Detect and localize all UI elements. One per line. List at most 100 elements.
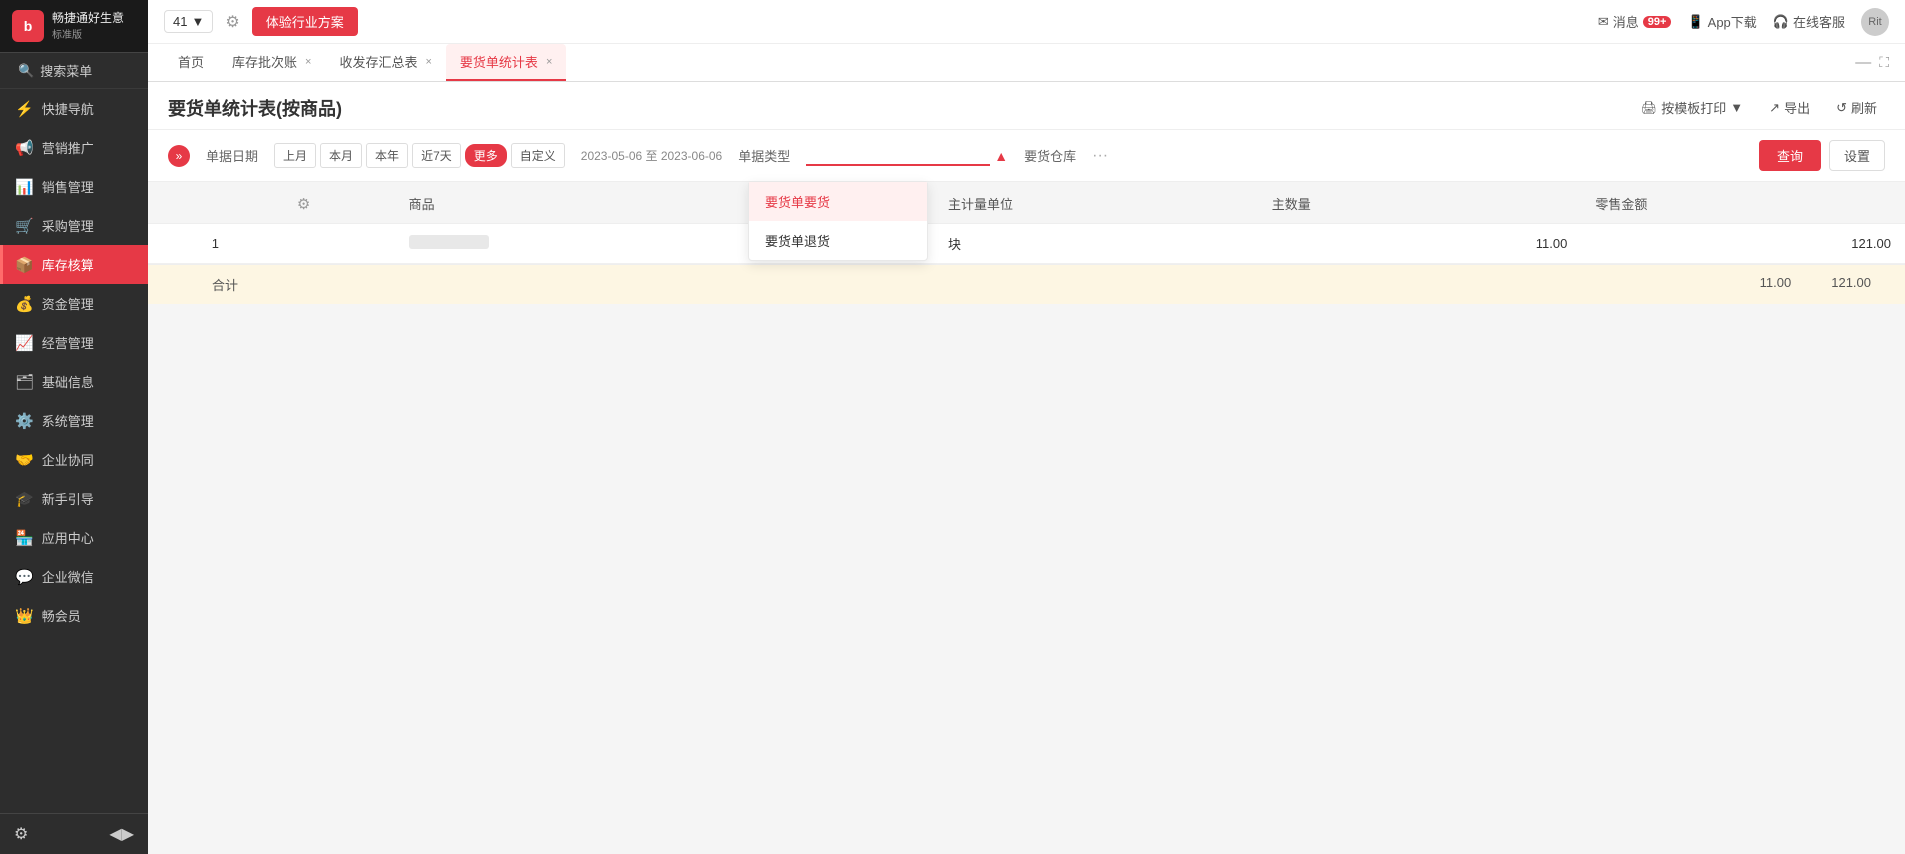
filter-settings-btn[interactable]: 设置 bbox=[1829, 140, 1885, 171]
operation-icon: 📈 bbox=[15, 334, 34, 352]
guide-icon: 🎓 bbox=[15, 490, 34, 508]
basic-icon: 🗂 bbox=[15, 373, 34, 391]
tab-inventory-batch[interactable]: 库存批次账 × bbox=[218, 44, 325, 81]
sidebar-item-purchase[interactable]: 🛒 采购管理 bbox=[0, 206, 148, 245]
filter-expand-btn[interactable]: » bbox=[168, 145, 190, 167]
filter-more-btn[interactable]: ··· bbox=[1092, 147, 1108, 165]
date-btn-last-month[interactable]: 上月 bbox=[274, 143, 316, 168]
app-download-item[interactable]: 📱 App下载 bbox=[1687, 12, 1756, 31]
avatar-text: Rit bbox=[1868, 16, 1881, 28]
sidebar-search[interactable]: 🔍 搜索菜单 bbox=[0, 53, 148, 89]
total-qty: 11.00 bbox=[1760, 275, 1792, 294]
type-filter-input[interactable] bbox=[806, 145, 990, 166]
date-range-buttons: 上月 本月 本年 近7天 更多 自定义 bbox=[274, 143, 565, 168]
sidebar-item-inventory[interactable]: 📦 库存核算 bbox=[0, 245, 148, 284]
sales-icon: 📊 bbox=[15, 178, 34, 196]
sidebar-item-label: 系统管理 bbox=[42, 411, 94, 430]
query-btn[interactable]: 查询 bbox=[1759, 140, 1821, 171]
sidebar-footer: ⚙ ◀▶ bbox=[0, 813, 148, 854]
tab-order-stats[interactable]: 要货单统计表 × bbox=[446, 44, 566, 81]
tab-inventory-batch-close[interactable]: × bbox=[305, 56, 311, 68]
sidebar-item-label: 新手引导 bbox=[42, 489, 94, 508]
store-selector[interactable]: 41 ▼ bbox=[164, 10, 213, 33]
sidebar-item-label: 销售管理 bbox=[42, 177, 94, 196]
col-header-seq bbox=[148, 184, 283, 224]
col-header-qty: 主数量 bbox=[1258, 184, 1582, 224]
page-header: 要货单统计表(按商品) 🖨 按模板打印 ▼ ↗ 导出 ↺ 刷新 bbox=[148, 82, 1905, 130]
sidebar-item-label: 营销推广 bbox=[42, 138, 94, 157]
user-avatar[interactable]: Rit bbox=[1861, 8, 1889, 36]
print-icon: 🖨 bbox=[1641, 100, 1658, 116]
col-header-unit: 主计量单位 bbox=[934, 184, 1258, 224]
sidebar-item-basic[interactable]: 🗂 基础信息 bbox=[0, 362, 148, 401]
date-btn-this-year[interactable]: 本年 bbox=[366, 143, 408, 168]
tab-order-stats-close[interactable]: × bbox=[546, 56, 552, 68]
sidebar-search-label: 搜索菜单 bbox=[40, 61, 92, 80]
settings-footer-btn[interactable]: ⚙ bbox=[14, 824, 28, 844]
tab-expand-icon[interactable]: — bbox=[1855, 54, 1871, 72]
service-item[interactable]: 🎧 在线客服 bbox=[1773, 12, 1845, 31]
table-area: ⚙ 商品 主计量单位 主数量 零售金额 1 bbox=[148, 184, 1905, 264]
filter-bar: » 单据日期 上月 本月 本年 近7天 更多 自定义 2023-05-06 至 … bbox=[148, 130, 1905, 182]
service-label: 在线客服 bbox=[1793, 12, 1845, 31]
app-logo-icon: b bbox=[12, 10, 44, 42]
brand-name: 畅捷通好生意 bbox=[52, 11, 124, 27]
total-amount: 121.00 bbox=[1831, 275, 1871, 294]
tab-receive-summary-close[interactable]: × bbox=[425, 56, 431, 68]
tab-order-stats-label: 要货单统计表 bbox=[460, 52, 538, 71]
date-btn-recent7[interactable]: 近7天 bbox=[412, 143, 461, 168]
sidebar-item-marketing[interactable]: 📢 营销推广 bbox=[0, 128, 148, 167]
export-btn[interactable]: ↗ 导出 bbox=[1761, 94, 1818, 121]
type-dropdown-arrow[interactable]: ▲ bbox=[994, 148, 1008, 164]
warehouse-filter-label: 要货仓库 bbox=[1024, 146, 1076, 165]
refresh-btn[interactable]: ↺ 刷新 bbox=[1828, 94, 1885, 121]
tab-receive-summary[interactable]: 收发存汇总表 × bbox=[325, 44, 445, 81]
store-dropdown-icon: ▼ bbox=[191, 14, 204, 29]
date-btn-more[interactable]: 更多 bbox=[465, 144, 507, 167]
tabs-bar: 首页 库存批次账 × 收发存汇总表 × 要货单统计表 × — ⛶ bbox=[148, 44, 1905, 82]
sidebar-item-operation[interactable]: 📈 经营管理 bbox=[0, 323, 148, 362]
main-area: 41 ▼ ⚙ 体验行业方案 ✉ 消息 99+ 📱 App下载 🎧 在线客服 Ri… bbox=[148, 0, 1905, 854]
enterprise-icon: 🤝 bbox=[15, 451, 34, 469]
wechat-icon: 💬 bbox=[15, 568, 34, 586]
sidebar-item-quick-nav[interactable]: ⚡ 快捷导航 bbox=[0, 89, 148, 128]
sidebar-item-system[interactable]: ⚙️ 系统管理 bbox=[0, 401, 148, 440]
tab-fullscreen-icon[interactable]: ⛶ bbox=[1879, 54, 1889, 71]
tab-inventory-batch-label: 库存批次账 bbox=[232, 52, 297, 71]
goods-placeholder bbox=[409, 235, 489, 249]
cell-amount: 121.00 bbox=[1581, 224, 1905, 264]
sidebar-item-wechat[interactable]: 💬 企业微信 bbox=[0, 557, 148, 596]
tab-extra-actions: — ⛶ bbox=[1855, 54, 1889, 72]
store-name: 41 bbox=[173, 14, 187, 29]
collapse-footer-btn[interactable]: ◀▶ bbox=[109, 824, 134, 844]
trial-button[interactable]: 体验行业方案 bbox=[252, 7, 358, 36]
brand-sub: 标准版 bbox=[52, 26, 124, 41]
purchase-icon: 🛒 bbox=[15, 217, 34, 235]
dropdown-item-0[interactable]: 要货单要货 bbox=[749, 182, 927, 221]
topbar-right: ✉ 消息 99+ 📱 App下载 🎧 在线客服 Rit bbox=[1598, 8, 1889, 36]
sidebar: b 畅捷通好生意 标准版 🔍 搜索菜单 ⚡ 快捷导航 📢 营销推广 📊 销售管理… bbox=[0, 0, 148, 854]
sidebar-item-appstore[interactable]: 🏪 应用中心 bbox=[0, 518, 148, 557]
sidebar-item-member[interactable]: 👑 畅会员 bbox=[0, 596, 148, 635]
settings-icon-topbar[interactable]: ⚙ bbox=[225, 12, 239, 32]
date-btn-this-month[interactable]: 本月 bbox=[320, 143, 362, 168]
sidebar-item-sales[interactable]: 📊 销售管理 bbox=[0, 167, 148, 206]
print-btn[interactable]: 🖨 按模板打印 ▼ bbox=[1633, 94, 1751, 121]
sidebar-item-guide[interactable]: 🎓 新手引导 bbox=[0, 479, 148, 518]
dropdown-item-1[interactable]: 要货单退货 bbox=[749, 221, 927, 260]
date-btn-custom[interactable]: 自定义 bbox=[511, 143, 565, 168]
message-label: 消息 bbox=[1613, 12, 1639, 31]
sidebar-item-label: 基础信息 bbox=[42, 372, 94, 391]
sidebar-item-label: 应用中心 bbox=[42, 528, 94, 547]
sidebar-item-enterprise[interactable]: 🤝 企业协同 bbox=[0, 440, 148, 479]
table-settings-gear[interactable]: ⚙ bbox=[297, 196, 310, 213]
marketing-icon: 📢 bbox=[15, 139, 34, 157]
message-item[interactable]: ✉ 消息 99+ bbox=[1598, 12, 1672, 31]
app-icon: 📱 bbox=[1687, 14, 1703, 30]
message-icon: ✉ bbox=[1598, 14, 1609, 30]
search-icon: 🔍 bbox=[18, 63, 34, 79]
data-table: ⚙ 商品 主计量单位 主数量 零售金额 1 bbox=[148, 184, 1905, 264]
sidebar-item-label: 资金管理 bbox=[42, 294, 94, 313]
sidebar-item-finance[interactable]: 💰 资金管理 bbox=[0, 284, 148, 323]
tab-home[interactable]: 首页 bbox=[164, 44, 218, 81]
